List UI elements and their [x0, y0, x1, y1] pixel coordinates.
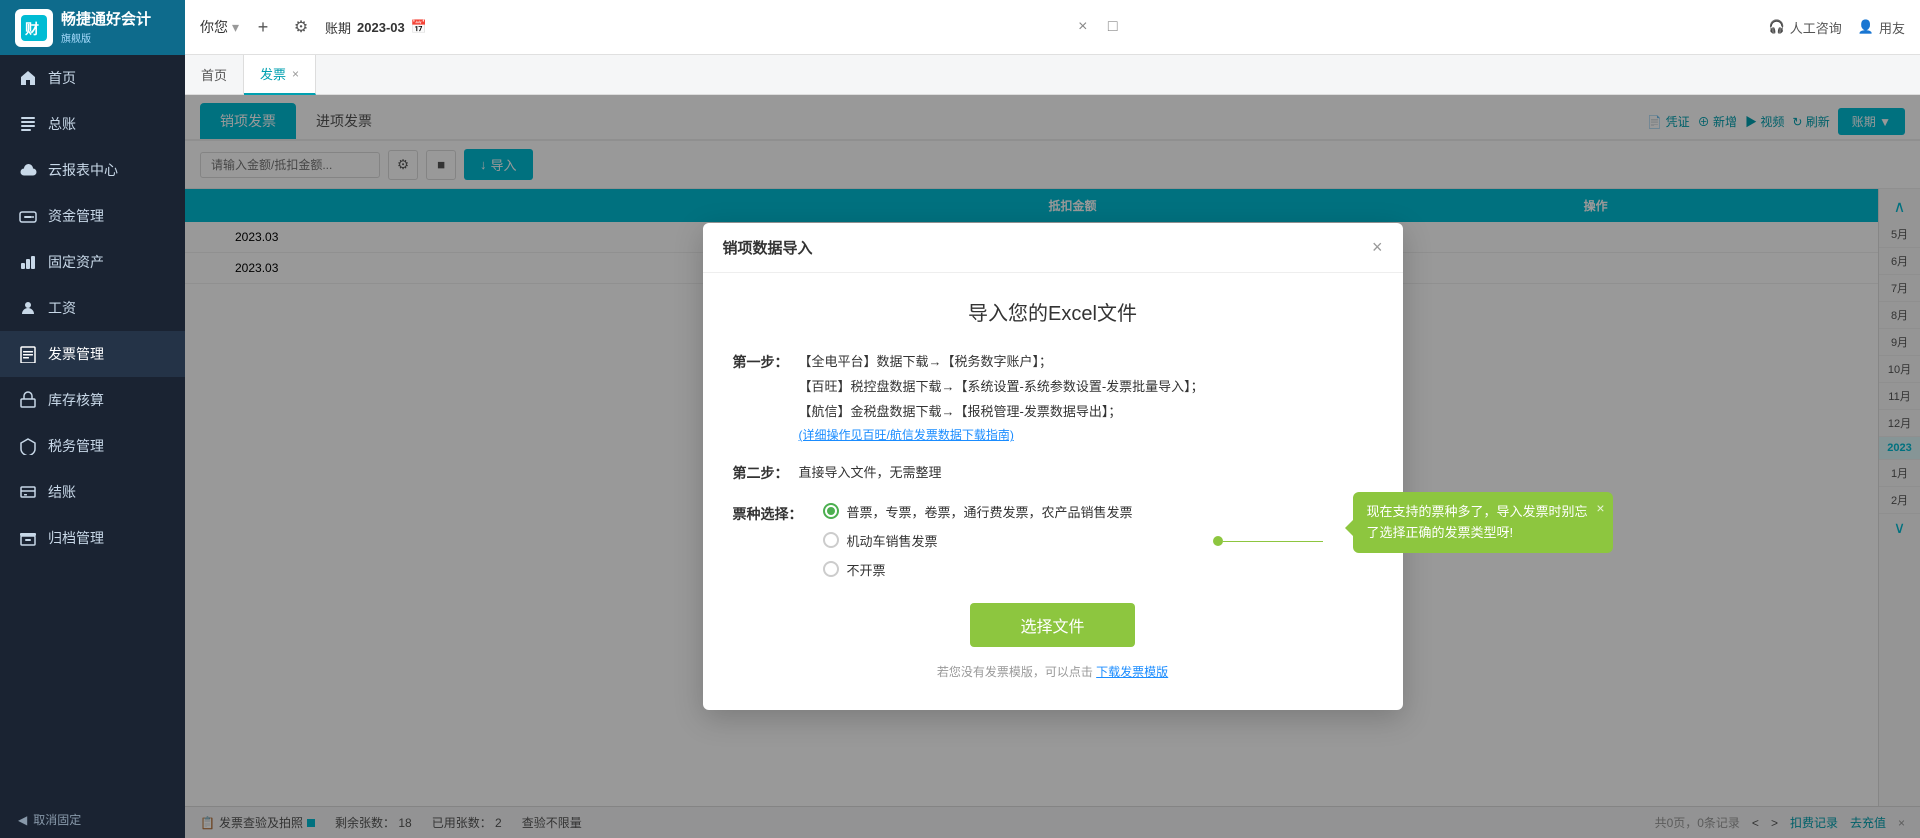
tab-close-invoice[interactable]: × — [292, 67, 299, 81]
assets-icon — [18, 252, 38, 272]
radio-option-normal[interactable]: 普票，专票，卷票，通行费发票，农产品销售发票 — [823, 502, 1133, 521]
tax-icon — [18, 436, 38, 456]
radio-no-invoice-dot — [823, 561, 839, 577]
step1-content: 【全电平台】数据下载→【税务数字账户】； 【百旺】税控盘数据下载→【系统设置-系… — [799, 350, 1204, 447]
tooltip-close-btn[interactable]: × — [1596, 497, 1604, 519]
sidebar-item-cloud[interactable]: 云报表中心 — [0, 147, 185, 193]
salary-icon — [18, 298, 38, 318]
sidebar-item-invoice[interactable]: 发票管理 — [0, 331, 185, 377]
user-icon: 👤 — [1858, 19, 1874, 35]
step1-link[interactable]: (详细操作见百旺/航信发票数据下载指南) — [799, 424, 1204, 447]
sidebar-item-settle[interactable]: 结账 — [0, 469, 185, 515]
import-modal: 销项数据导入 × 导入您的Excel文件 第一步： 【全电平台】数据下载→【税务… — [703, 223, 1403, 710]
window-controls: × □ — [1071, 15, 1125, 39]
settings-button[interactable]: ⚙ — [287, 13, 315, 41]
logo-icon: 财 — [15, 9, 53, 47]
collapse-icon: ◀ — [18, 813, 27, 827]
top-bar: 你您 ▾ + ⚙ 账期 2023-03 📅 × □ 🎧 人工咨询 👤 — [185, 0, 1920, 55]
logo-text: 畅捷通好会计 旗舰版 — [61, 10, 151, 45]
sidebar-item-archive[interactable]: 归档管理 — [0, 515, 185, 561]
home-icon — [18, 68, 38, 88]
settle-icon — [18, 482, 38, 502]
sidebar-item-funds[interactable]: 资金管理 — [0, 193, 185, 239]
window-close-button[interactable]: × — [1071, 15, 1095, 39]
select-file-area: 选择文件 — [733, 603, 1373, 647]
tooltip-arrow — [1345, 520, 1353, 536]
step1-label: 第一步： — [733, 350, 789, 447]
invoice-icon — [18, 344, 38, 364]
modal-header: 销项数据导入 × — [703, 223, 1403, 273]
step1-row: 第一步： 【全电平台】数据下载→【税务数字账户】； 【百旺】税控盘数据下载→【系… — [733, 350, 1373, 447]
ticket-label: 票种选择： — [733, 502, 803, 524]
tooltip-dot — [1213, 536, 1223, 546]
headset-icon: 🎧 — [1769, 19, 1785, 35]
sidebar-item-salary[interactable]: 工资 — [0, 285, 185, 331]
modal-body: 导入您的Excel文件 第一步： 【全电平台】数据下载→【税务数字账户】； 【百… — [703, 273, 1403, 710]
add-tab-button[interactable]: + — [249, 13, 277, 41]
download-template-link[interactable]: 下载发票模版 — [1096, 665, 1168, 679]
cloud-icon — [18, 160, 38, 180]
step2-row: 第二步： 直接导入文件，无需整理 — [733, 461, 1373, 486]
sidebar-item-assets[interactable]: 固定资产 — [0, 239, 185, 285]
sidebar-item-home[interactable]: 首页 — [0, 55, 185, 101]
tab-invoice[interactable]: 发票 × — [244, 55, 316, 95]
calendar-icon: 📅 — [411, 19, 427, 35]
content-tabs: 首页 发票 × — [185, 55, 1920, 95]
modal-footer-note: 若您没有发票模版，可以点击 下载发票模版 — [733, 663, 1373, 680]
modal-title: 销项数据导入 — [723, 237, 813, 258]
inventory-icon — [18, 390, 38, 410]
ticket-row: 票种选择： 普票，专票，卷票，通行费发票，农产品销售发票 — [733, 502, 1373, 579]
top-bar-right: 🎧 人工咨询 👤 用友 — [1769, 18, 1905, 37]
period-display: 账期 2023-03 📅 — [325, 18, 427, 37]
chevron-down-icon: ▾ — [232, 19, 239, 36]
modal-content-title: 导入您的Excel文件 — [733, 297, 1373, 326]
tab-home[interactable]: 首页 — [185, 55, 244, 95]
window-maximize-button[interactable]: □ — [1101, 15, 1125, 39]
archive-icon — [18, 528, 38, 548]
radio-normal-dot — [823, 503, 839, 519]
funds-icon — [18, 206, 38, 226]
tooltip-box: 现在支持的票种多了，导入发票时别忘了选择正确的发票类型呀! × — [1353, 492, 1613, 554]
app-logo: 财 畅捷通好会计 旗舰版 — [0, 0, 185, 55]
consult-button[interactable]: 🎧 人工咨询 — [1769, 18, 1842, 37]
modal-close-button[interactable]: × — [1372, 237, 1383, 258]
sidebar-item-ledger[interactable]: 总账 — [0, 101, 185, 147]
ticket-section: 票种选择： 普票，专票，卷票，通行费发票，农产品销售发票 — [733, 502, 1373, 579]
sidebar: 财 畅捷通好会计 旗舰版 首页 — [0, 0, 185, 838]
user-button[interactable]: 👤 用友 — [1858, 18, 1905, 37]
radio-group: 普票，专票，卷票，通行费发票，农产品销售发票 机动车销售发票 — [823, 502, 1133, 579]
select-file-button[interactable]: 选择文件 — [970, 603, 1134, 647]
sidebar-item-inventory[interactable]: 库存核算 — [0, 377, 185, 423]
modal-overlay: 销项数据导入 × 导入您的Excel文件 第一步： 【全电平台】数据下载→【税务… — [185, 95, 1920, 838]
radio-motor-dot — [823, 532, 839, 548]
step2-label: 第二步： — [733, 461, 789, 486]
step2-content: 直接导入文件，无需整理 — [799, 461, 942, 486]
ledger-icon — [18, 114, 38, 134]
svg-text:财: 财 — [24, 21, 39, 37]
radio-option-motor[interactable]: 机动车销售发票 — [823, 531, 1133, 550]
collapse-btn[interactable]: ◀ 取消固定 — [0, 801, 185, 838]
company-selector[interactable]: 你您 ▾ — [200, 17, 239, 37]
page-content: 销项发票 进项发票 📄 凭证 ⊕ 新增 ▶ 视频 — [185, 95, 1920, 838]
sidebar-item-tax[interactable]: 税务管理 — [0, 423, 185, 469]
radio-option-no-invoice[interactable]: 不开票 — [823, 560, 1133, 579]
tooltip-line — [1223, 541, 1323, 542]
